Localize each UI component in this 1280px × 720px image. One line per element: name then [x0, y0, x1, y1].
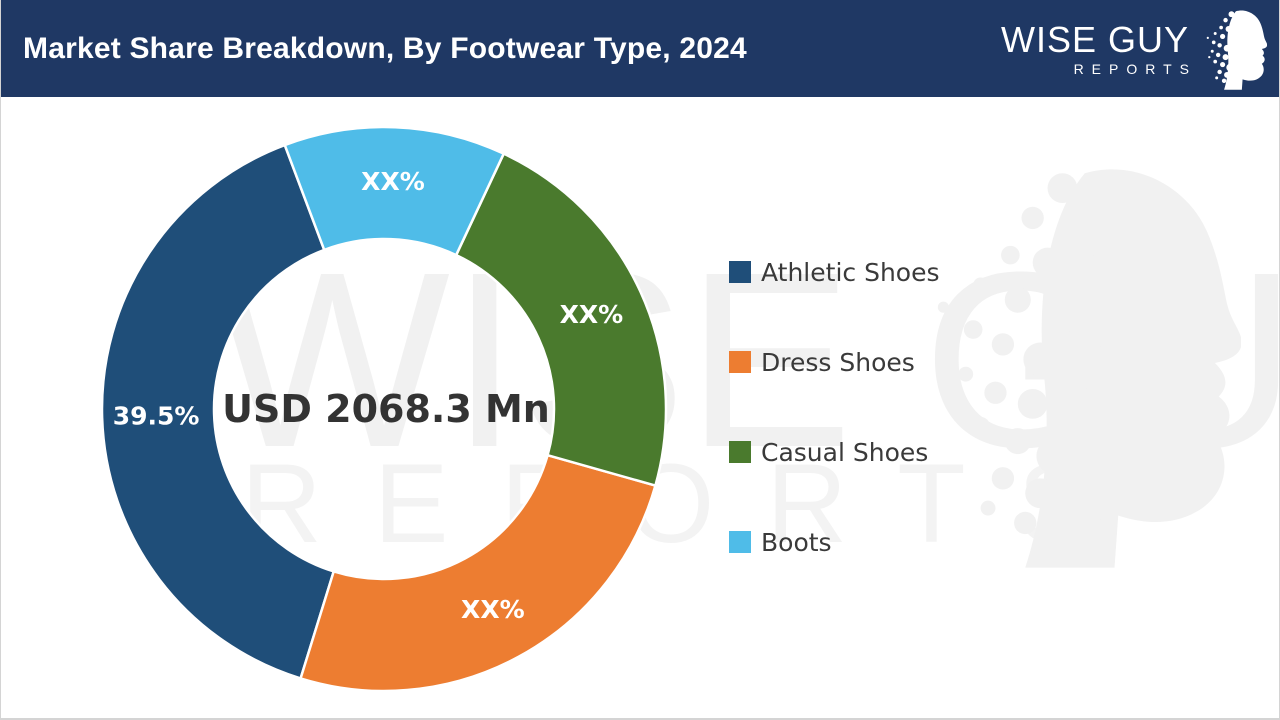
- legend-item-casual-shoes: Casual Shoes: [729, 439, 940, 465]
- logo-subtitle: REPORTS: [1073, 60, 1197, 77]
- logo-wordmark: WISE GUY: [1000, 18, 1189, 60]
- legend-label-athletic-shoes: Athletic Shoes: [761, 257, 940, 287]
- legend-item-dress-shoes: Dress Shoes: [729, 349, 940, 375]
- logo-head-icon: [1206, 9, 1267, 90]
- header-bar: Market Share Breakdown, By Footwear Type…: [1, 0, 1279, 97]
- legend-label-casual-shoes: Casual Shoes: [761, 437, 929, 467]
- legend-item-athletic-shoes: Athletic Shoes: [729, 259, 940, 285]
- report-card: WISE GUY REPORTS 39.5% XX% XX% XX% USD 2068…: [0, 0, 1280, 720]
- legend-label-boots: Boots: [761, 527, 832, 557]
- chart-center-value: USD 2068.3 Mn: [222, 387, 550, 431]
- wise-guy-reports-logo: WISE GUY REPORTS: [1001, 8, 1267, 90]
- segment-value-label-boots: XX%: [361, 167, 425, 196]
- legend: Athletic Shoes Dress Shoes Casual Shoes Boo…: [729, 259, 940, 619]
- legend-swatch-casual-shoes: [729, 441, 751, 463]
- legend-swatch-boots: [729, 531, 751, 553]
- segment-value-label-athletic-shoes: 39.5%: [113, 402, 200, 431]
- segment-value-label-casual-shoes: XX%: [560, 300, 624, 329]
- legend-swatch-athletic-shoes: [729, 261, 751, 283]
- legend-label-dress-shoes: Dress Shoes: [761, 347, 915, 377]
- legend-swatch-dress-shoes: [729, 351, 751, 373]
- legend-item-boots: Boots: [729, 529, 940, 555]
- segment-value-label-dress-shoes: XX%: [461, 595, 525, 624]
- donut-segment-dress-shoes: [299, 453, 657, 693]
- donut-chart: 39.5% XX% XX% XX%: [100, 125, 668, 693]
- page-title: Market Share Breakdown, By Footwear Type…: [23, 31, 747, 65]
